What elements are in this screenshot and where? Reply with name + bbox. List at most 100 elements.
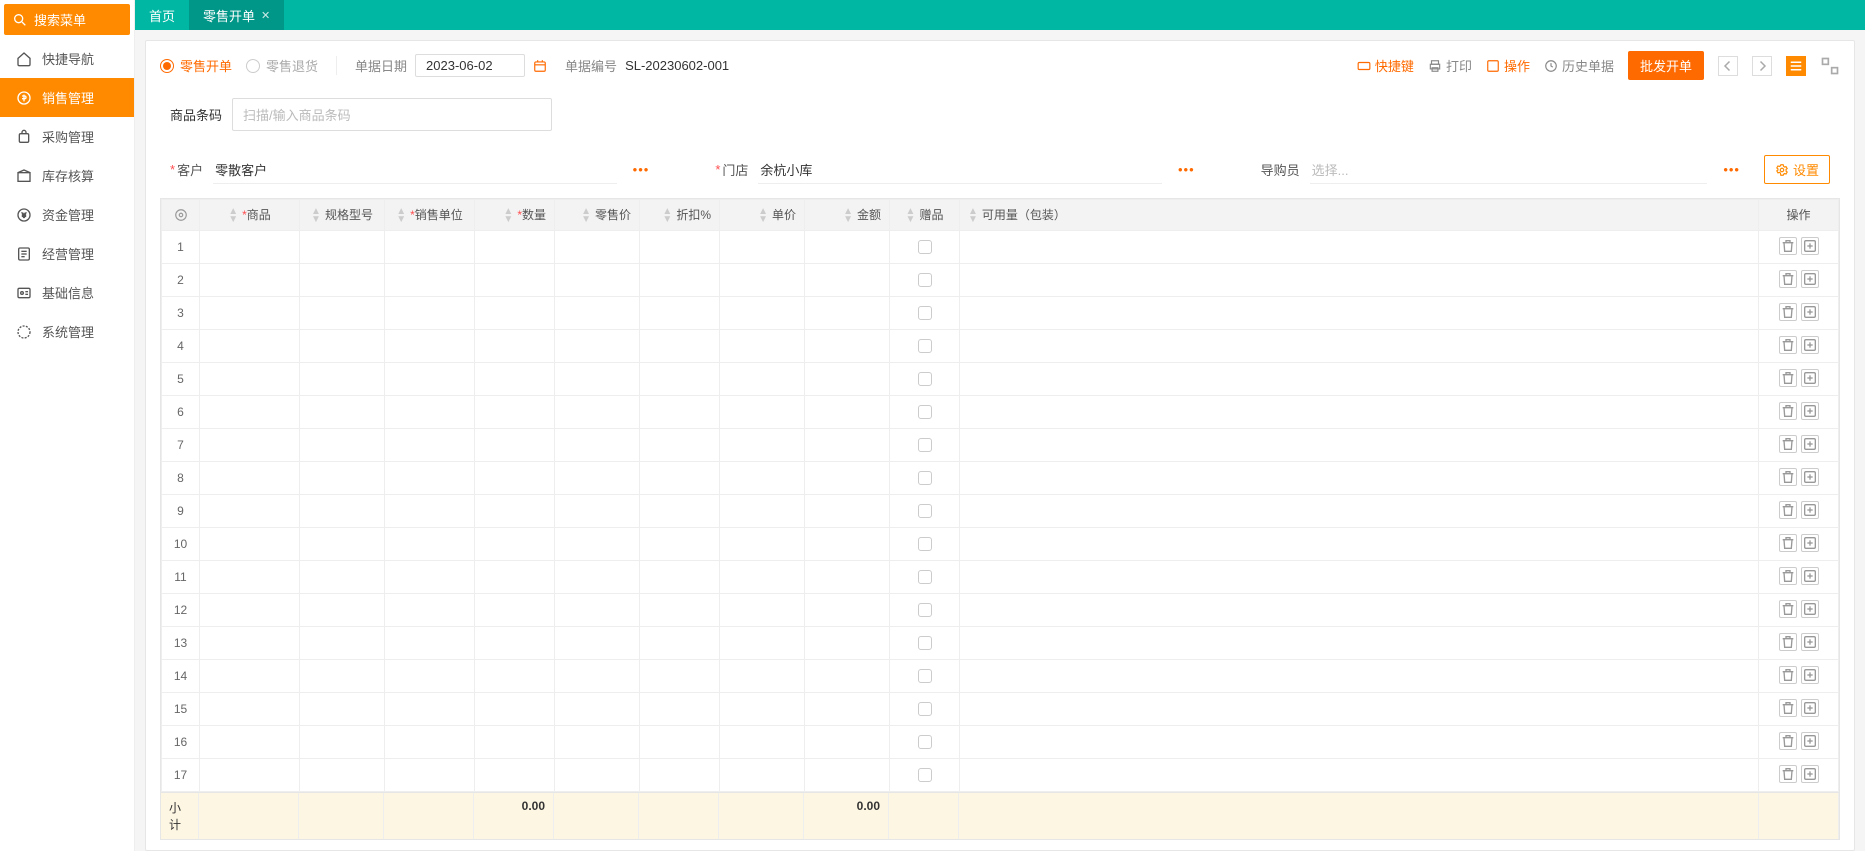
cell-available[interactable] bbox=[960, 329, 1759, 362]
cell-qty[interactable] bbox=[475, 494, 555, 527]
cell-retail-price[interactable] bbox=[555, 428, 640, 461]
gift-checkbox[interactable] bbox=[918, 273, 932, 287]
col-gift[interactable]: ▲▼赠品 bbox=[890, 200, 960, 231]
calendar-icon[interactable] bbox=[533, 59, 547, 73]
cell-qty[interactable] bbox=[475, 428, 555, 461]
cell-unit-price[interactable] bbox=[720, 362, 805, 395]
cell-discount[interactable] bbox=[640, 626, 720, 659]
cell-unit-price[interactable] bbox=[720, 527, 805, 560]
cell-retail-price[interactable] bbox=[555, 230, 640, 263]
cell-retail-price[interactable] bbox=[555, 263, 640, 296]
table-row[interactable]: 6 bbox=[162, 395, 1839, 428]
cell-available[interactable] bbox=[960, 626, 1759, 659]
cell-product[interactable] bbox=[200, 659, 300, 692]
sidebar-item-4[interactable]: ¥资金管理 bbox=[0, 195, 134, 234]
add-row-button[interactable] bbox=[1801, 237, 1819, 255]
cell-amount[interactable] bbox=[805, 329, 890, 362]
cell-available[interactable] bbox=[960, 395, 1759, 428]
cell-qty[interactable] bbox=[475, 692, 555, 725]
delete-row-button[interactable] bbox=[1779, 303, 1797, 321]
table-row[interactable]: 2 bbox=[162, 263, 1839, 296]
cell-qty[interactable] bbox=[475, 626, 555, 659]
cell-amount[interactable] bbox=[805, 725, 890, 758]
col-unit-price[interactable]: ▲▼单价 bbox=[720, 200, 805, 231]
cell-unit[interactable] bbox=[385, 725, 475, 758]
delete-row-button[interactable] bbox=[1779, 633, 1797, 651]
delete-row-button[interactable] bbox=[1779, 732, 1797, 750]
cell-retail-price[interactable] bbox=[555, 626, 640, 659]
cell-spec[interactable] bbox=[300, 692, 385, 725]
cell-qty[interactable] bbox=[475, 560, 555, 593]
table-row[interactable]: 14 bbox=[162, 659, 1839, 692]
col-amount[interactable]: ▲▼金额 bbox=[805, 200, 890, 231]
cell-available[interactable] bbox=[960, 527, 1759, 560]
gift-checkbox[interactable] bbox=[918, 537, 932, 551]
cell-unit-price[interactable] bbox=[720, 626, 805, 659]
cell-spec[interactable] bbox=[300, 527, 385, 560]
cell-qty[interactable] bbox=[475, 230, 555, 263]
cell-product[interactable] bbox=[200, 461, 300, 494]
gift-checkbox[interactable] bbox=[918, 372, 932, 386]
cell-gift[interactable] bbox=[890, 527, 960, 560]
sidebar-item-1[interactable]: 销售管理 bbox=[0, 78, 134, 117]
col-spec[interactable]: ▲▼规格型号 bbox=[300, 200, 385, 231]
cell-product[interactable] bbox=[200, 560, 300, 593]
barcode-input[interactable]: 扫描/输入商品条码 bbox=[232, 98, 552, 131]
customer-lookup[interactable]: 零散客户 bbox=[213, 156, 617, 184]
radio-retail-order[interactable]: 零售开单 bbox=[160, 56, 232, 75]
table-row[interactable]: 7 bbox=[162, 428, 1839, 461]
cell-qty[interactable] bbox=[475, 725, 555, 758]
cell-available[interactable] bbox=[960, 692, 1759, 725]
delete-row-button[interactable] bbox=[1779, 369, 1797, 387]
delete-row-button[interactable] bbox=[1779, 600, 1797, 618]
cell-amount[interactable] bbox=[805, 692, 890, 725]
cell-gift[interactable] bbox=[890, 428, 960, 461]
cell-spec[interactable] bbox=[300, 362, 385, 395]
cell-available[interactable] bbox=[960, 362, 1759, 395]
bill-date-input[interactable]: 2023-06-02 bbox=[415, 54, 525, 77]
cell-unit-price[interactable] bbox=[720, 593, 805, 626]
cell-amount[interactable] bbox=[805, 263, 890, 296]
cell-discount[interactable] bbox=[640, 263, 720, 296]
cell-discount[interactable] bbox=[640, 362, 720, 395]
cell-discount[interactable] bbox=[640, 527, 720, 560]
sidebar-item-6[interactable]: 基础信息 bbox=[0, 273, 134, 312]
col-gear[interactable] bbox=[162, 200, 200, 231]
table-row[interactable]: 11 bbox=[162, 560, 1839, 593]
gift-checkbox[interactable] bbox=[918, 702, 932, 716]
add-row-button[interactable] bbox=[1801, 534, 1819, 552]
cell-gift[interactable] bbox=[890, 263, 960, 296]
guide-more-icon[interactable]: ••• bbox=[1717, 162, 1746, 177]
sidebar-item-7[interactable]: 系统管理 bbox=[0, 312, 134, 351]
delete-row-button[interactable] bbox=[1779, 402, 1797, 420]
table-row[interactable]: 4 bbox=[162, 329, 1839, 362]
table-row[interactable]: 10 bbox=[162, 527, 1839, 560]
product-table-wrap[interactable]: ▲▼*商品 ▲▼规格型号 ▲▼*销售单位 ▲▼*数量 ▲▼零售价 ▲▼折扣% ▲… bbox=[160, 198, 1840, 793]
close-icon[interactable]: ✕ bbox=[261, 9, 270, 22]
table-row[interactable]: 8 bbox=[162, 461, 1839, 494]
add-row-button[interactable] bbox=[1801, 435, 1819, 453]
cell-gift[interactable] bbox=[890, 461, 960, 494]
search-menu-button[interactable]: 搜索菜单 bbox=[4, 4, 130, 35]
cell-gift[interactable] bbox=[890, 329, 960, 362]
cell-unit-price[interactable] bbox=[720, 230, 805, 263]
cell-unit[interactable] bbox=[385, 593, 475, 626]
table-row[interactable]: 15 bbox=[162, 692, 1839, 725]
delete-row-button[interactable] bbox=[1779, 336, 1797, 354]
cell-spec[interactable] bbox=[300, 428, 385, 461]
add-row-button[interactable] bbox=[1801, 732, 1819, 750]
cell-product[interactable] bbox=[200, 362, 300, 395]
cell-unit-price[interactable] bbox=[720, 329, 805, 362]
cell-unit-price[interactable] bbox=[720, 725, 805, 758]
gift-checkbox[interactable] bbox=[918, 240, 932, 254]
cell-available[interactable] bbox=[960, 659, 1759, 692]
table-row[interactable]: 9 bbox=[162, 494, 1839, 527]
cell-amount[interactable] bbox=[805, 560, 890, 593]
col-retail-price[interactable]: ▲▼零售价 bbox=[555, 200, 640, 231]
gift-checkbox[interactable] bbox=[918, 636, 932, 650]
cell-unit-price[interactable] bbox=[720, 395, 805, 428]
cell-spec[interactable] bbox=[300, 296, 385, 329]
gift-checkbox[interactable] bbox=[918, 405, 932, 419]
cell-available[interactable] bbox=[960, 725, 1759, 758]
cell-qty[interactable] bbox=[475, 461, 555, 494]
